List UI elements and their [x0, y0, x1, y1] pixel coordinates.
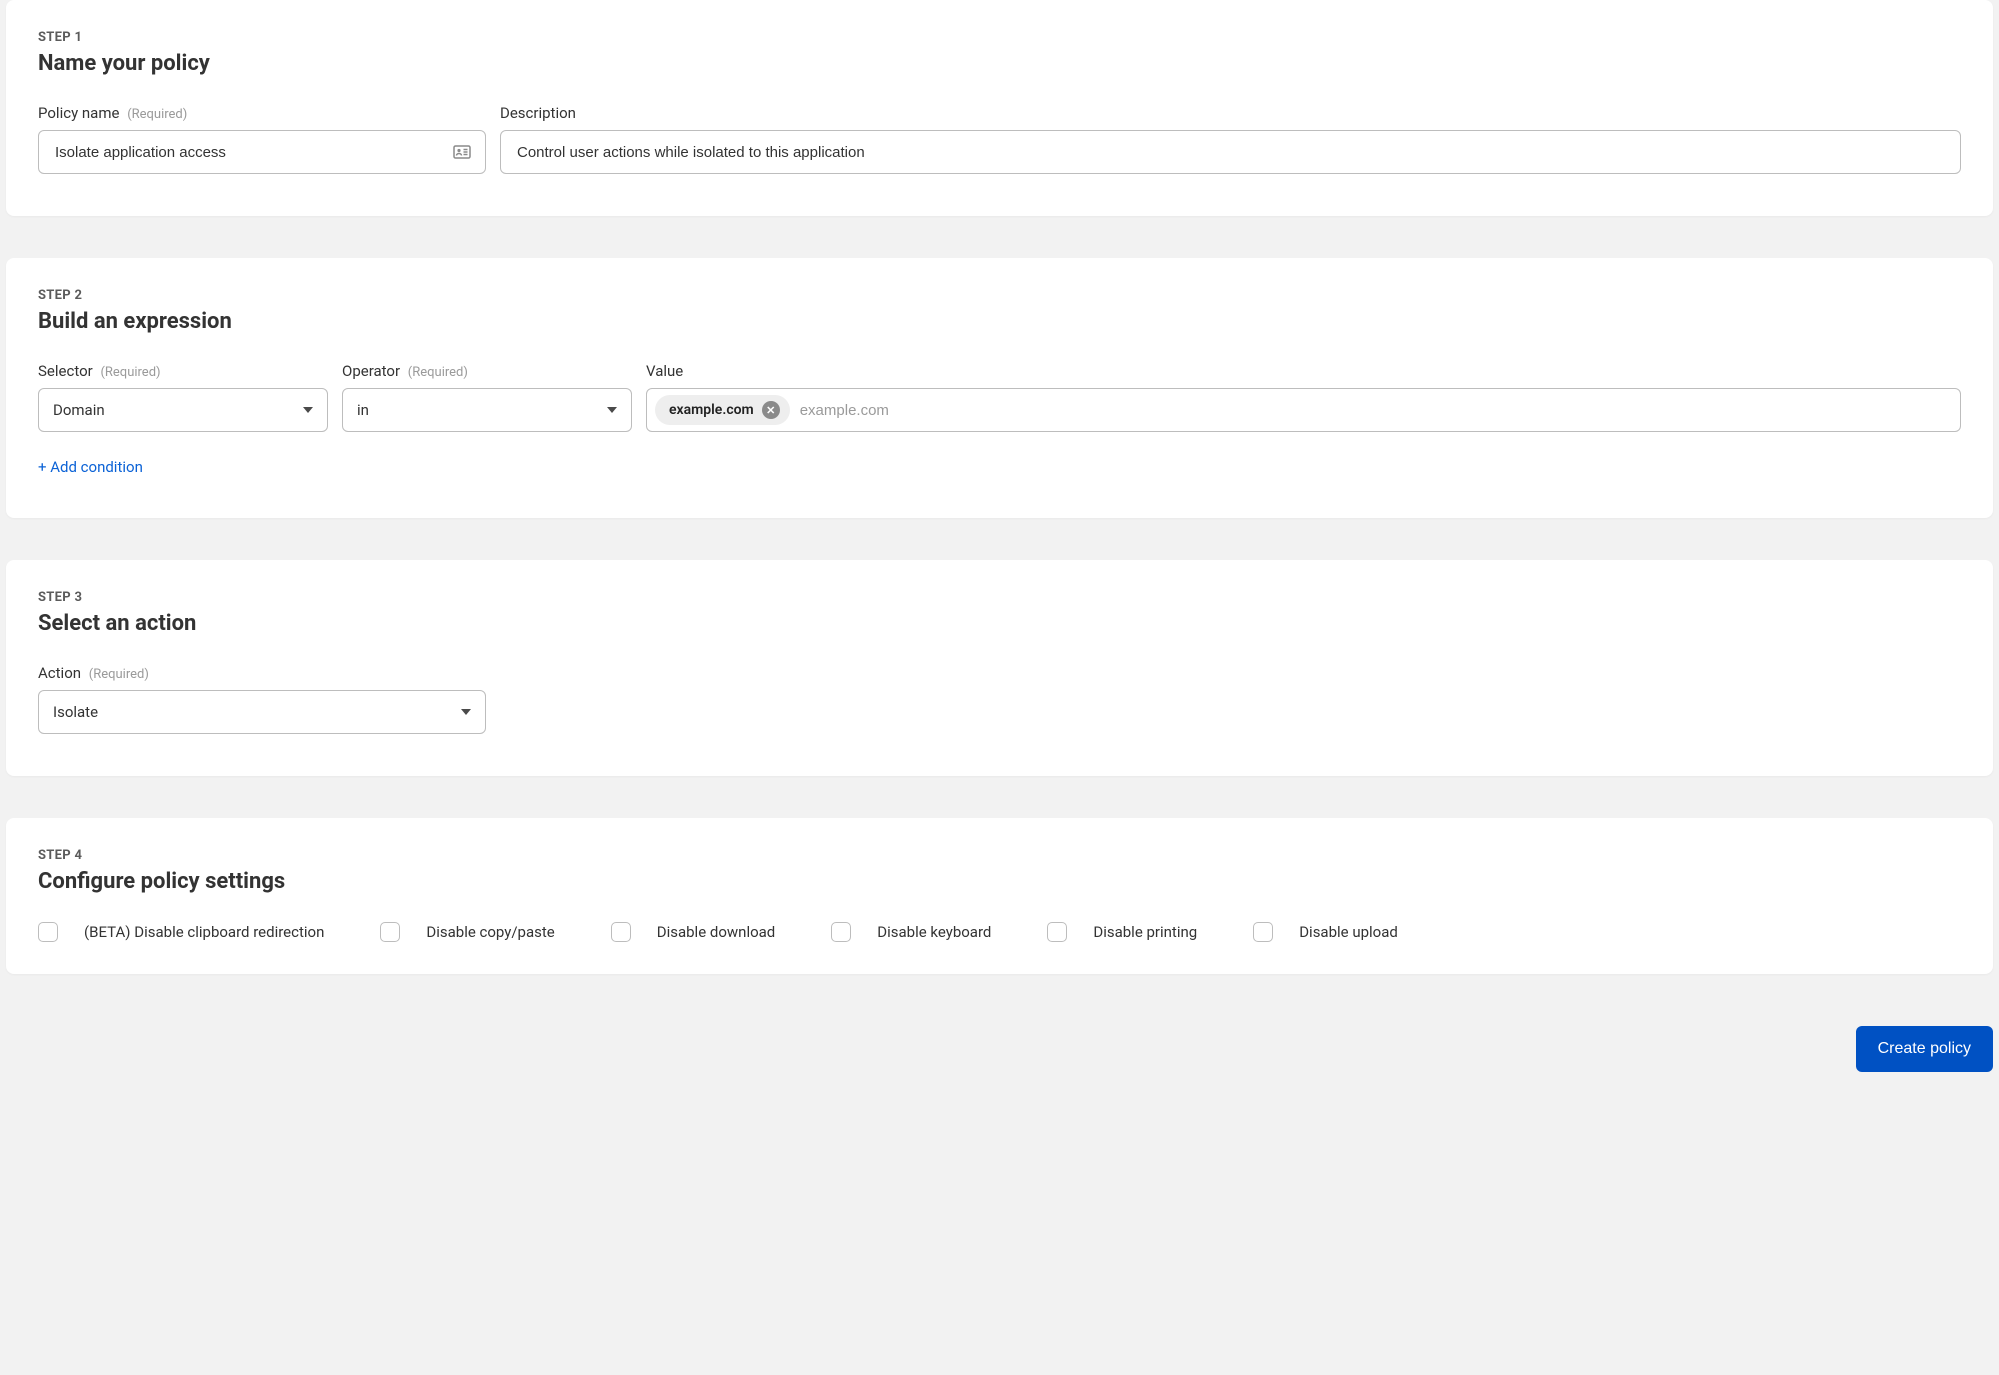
step4-card: STEP 4 Configure policy settings (BETA) …: [6, 818, 1993, 974]
description-field: Description: [500, 104, 1961, 174]
checkbox-label: Disable upload: [1299, 923, 1398, 941]
checkbox-label: Disable copy/paste: [426, 923, 554, 941]
action-required: (Required): [89, 667, 149, 682]
step4-label: STEP 4: [38, 848, 1961, 863]
checkbox-disable-clipboard-redirection[interactable]: (BETA) Disable clipboard redirection: [38, 922, 324, 942]
operator-required: (Required): [408, 365, 468, 380]
step3-label: STEP 3: [38, 590, 1961, 605]
step4-title: Configure policy settings: [38, 869, 1961, 894]
value-input-wrap[interactable]: example.com ✕: [646, 388, 1961, 432]
step1-label: STEP 1: [38, 30, 1961, 45]
operator-field: Operator (Required) in: [342, 362, 632, 432]
footer: Create policy: [0, 1016, 1999, 1092]
step2-title: Build an expression: [38, 309, 1961, 334]
operator-label: Operator (Required): [342, 362, 632, 380]
policy-name-input-wrap[interactable]: [38, 130, 486, 174]
operator-label-text: Operator: [342, 362, 400, 380]
value-chip: example.com ✕: [655, 395, 790, 425]
checkbox-disable-upload[interactable]: Disable upload: [1253, 922, 1398, 942]
value-input[interactable]: [798, 389, 1952, 431]
checkbox-box[interactable]: [611, 922, 631, 942]
checkbox-box[interactable]: [1047, 922, 1067, 942]
add-condition-link[interactable]: + Add condition: [38, 458, 143, 476]
action-dropdown[interactable]: Isolate: [38, 690, 486, 734]
action-field: Action (Required) Isolate: [38, 664, 486, 734]
selector-value: Domain: [53, 401, 105, 419]
checkbox-box[interactable]: [380, 922, 400, 942]
chevron-down-icon: [461, 709, 471, 715]
operator-dropdown[interactable]: in: [342, 388, 632, 432]
checkbox-disable-copy-paste[interactable]: Disable copy/paste: [380, 922, 554, 942]
step3-card: STEP 3 Select an action Action (Required…: [6, 560, 1993, 776]
step3-title: Select an action: [38, 611, 1961, 636]
selector-field: Selector (Required) Domain: [38, 362, 328, 432]
action-label-text: Action: [38, 664, 81, 682]
step2-card: STEP 2 Build an expression Selector (Req…: [6, 258, 1993, 518]
checkbox-box[interactable]: [831, 922, 851, 942]
description-input-wrap[interactable]: [500, 130, 1961, 174]
policy-name-required: (Required): [127, 107, 187, 122]
create-policy-button[interactable]: Create policy: [1856, 1026, 1993, 1072]
description-label: Description: [500, 104, 1961, 122]
chevron-down-icon: [607, 407, 617, 413]
value-chip-text: example.com: [669, 402, 754, 418]
selector-label: Selector (Required): [38, 362, 328, 380]
selector-required: (Required): [100, 365, 160, 380]
checkbox-disable-download[interactable]: Disable download: [611, 922, 776, 942]
checkbox-box[interactable]: [38, 922, 58, 942]
operator-value: in: [357, 401, 369, 419]
action-value: Isolate: [53, 703, 98, 721]
checkbox-disable-printing[interactable]: Disable printing: [1047, 922, 1197, 942]
policy-settings-checkbox-row: (BETA) Disable clipboard redirection Dis…: [38, 922, 1961, 942]
checkbox-box[interactable]: [1253, 922, 1273, 942]
chevron-down-icon: [303, 407, 313, 413]
step1-card: STEP 1 Name your policy Policy name (Req…: [6, 0, 1993, 216]
step2-label: STEP 2: [38, 288, 1961, 303]
checkbox-label: (BETA) Disable clipboard redirection: [84, 923, 324, 941]
checkbox-label: Disable download: [657, 923, 776, 941]
action-label: Action (Required): [38, 664, 486, 682]
contact-card-icon: [453, 145, 471, 159]
value-field: Value example.com ✕: [646, 362, 1961, 432]
chip-remove-icon[interactable]: ✕: [762, 401, 780, 419]
selector-dropdown[interactable]: Domain: [38, 388, 328, 432]
checkbox-disable-keyboard[interactable]: Disable keyboard: [831, 922, 991, 942]
policy-name-input[interactable]: [53, 131, 445, 173]
value-label: Value: [646, 362, 1961, 380]
selector-label-text: Selector: [38, 362, 93, 380]
description-input[interactable]: [515, 131, 1946, 173]
policy-name-field: Policy name (Required): [38, 104, 486, 174]
policy-name-label: Policy name (Required): [38, 104, 486, 122]
checkbox-label: Disable printing: [1093, 923, 1197, 941]
step1-title: Name your policy: [38, 51, 1961, 76]
policy-name-label-text: Policy name: [38, 104, 119, 122]
checkbox-label: Disable keyboard: [877, 923, 991, 941]
